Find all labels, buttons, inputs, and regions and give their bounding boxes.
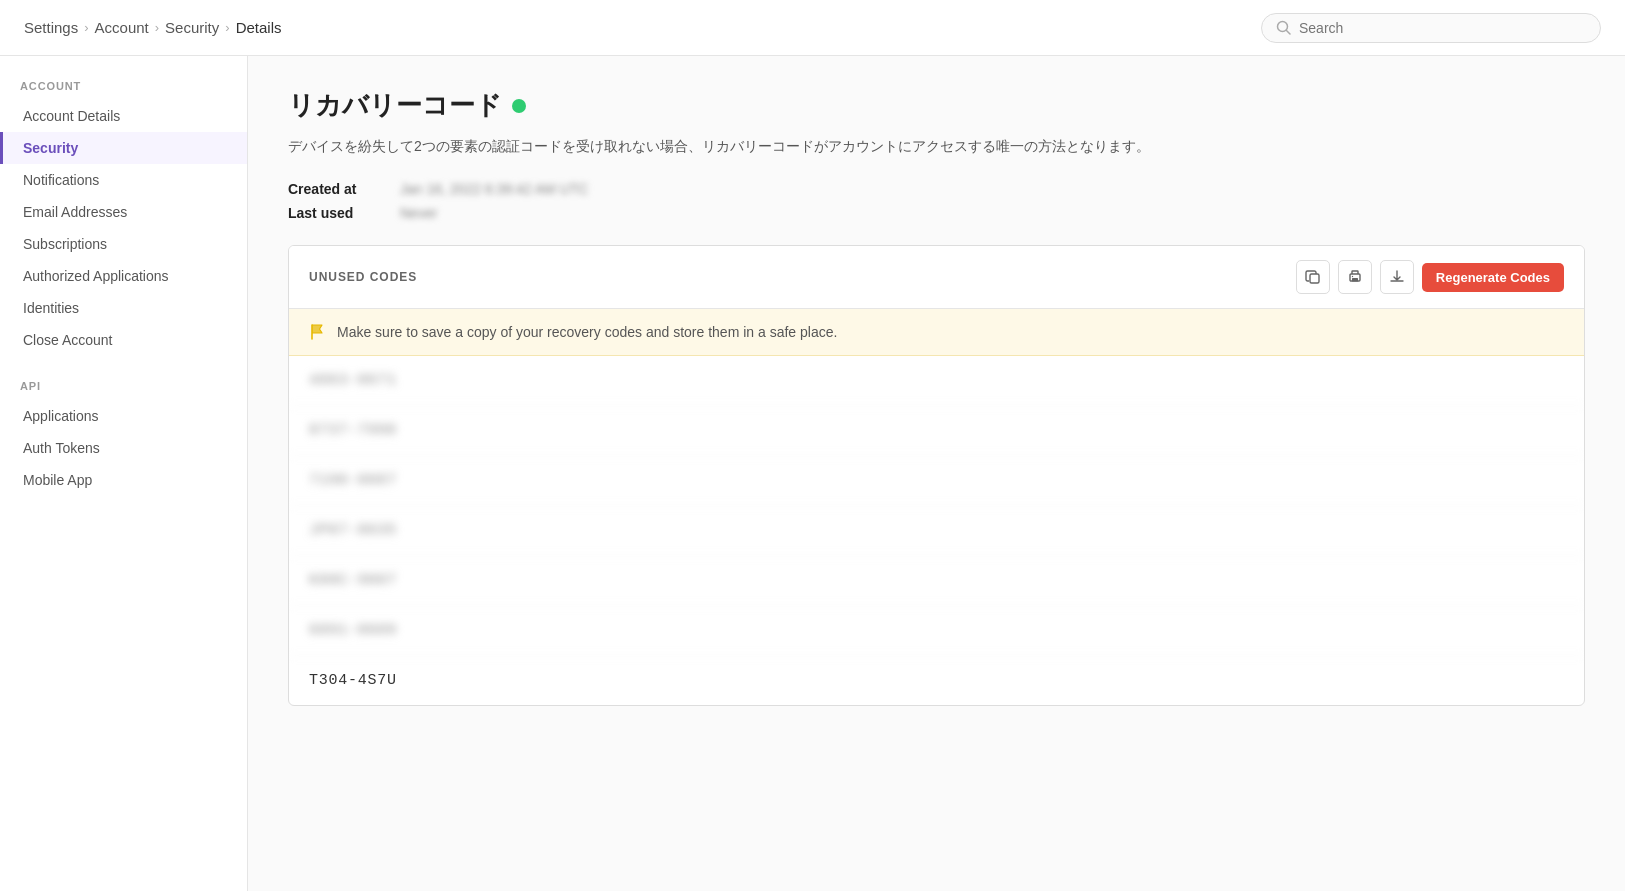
search-icon <box>1276 20 1291 35</box>
download-button[interactable] <box>1380 260 1414 294</box>
top-nav: Settings › Account › Security › Details <box>0 0 1625 56</box>
flag-icon <box>309 323 327 341</box>
print-icon <box>1347 269 1363 285</box>
code-row-5: 6891-0609 <box>289 606 1584 656</box>
page-description: デバイスを紛失して2つの要素の認証コードを受け取れない場合、リカバリーコードがア… <box>288 135 1585 157</box>
sidebar: ACCOUNT Account Details Security Notific… <box>0 56 248 891</box>
breadcrumb-sep-1: › <box>84 20 88 35</box>
code-row-6: T304-4S7U <box>289 656 1584 705</box>
created-at-row: Created at Jan 16, 2022 6:39:42 AM UTC <box>288 181 1585 197</box>
page-title-row: リカバリーコード <box>288 88 1585 123</box>
main-content: リカバリーコード デバイスを紛失して2つの要素の認証コードを受け取れない場合、リ… <box>248 56 1625 891</box>
download-icon <box>1389 269 1405 285</box>
sidebar-api-group: API Applications Auth Tokens Mobile App <box>0 380 247 496</box>
copy-icon <box>1305 269 1321 285</box>
sidebar-item-authorized-applications[interactable]: Authorized Applications <box>0 260 247 292</box>
sidebar-item-applications[interactable]: Applications <box>0 400 247 432</box>
search-box[interactable] <box>1261 13 1601 43</box>
layout: ACCOUNT Account Details Security Notific… <box>0 56 1625 891</box>
breadcrumb-settings[interactable]: Settings <box>24 19 78 36</box>
sidebar-item-close-account[interactable]: Close Account <box>0 324 247 356</box>
sidebar-item-email-addresses[interactable]: Email Addresses <box>0 196 247 228</box>
sidebar-item-security[interactable]: Security <box>0 132 247 164</box>
sidebar-account-group: ACCOUNT Account Details Security Notific… <box>0 80 247 356</box>
last-used-row: Last used Never <box>288 205 1585 221</box>
last-used-value: Never <box>400 205 437 221</box>
warning-banner: Make sure to save a copy of your recover… <box>289 309 1584 356</box>
page-title: リカバリーコード <box>288 88 502 123</box>
sidebar-item-mobile-app[interactable]: Mobile App <box>0 464 247 496</box>
status-dot <box>512 99 526 113</box>
svg-point-5 <box>1352 276 1353 277</box>
created-at-value: Jan 16, 2022 6:39:42 AM UTC <box>400 181 588 197</box>
warning-text: Make sure to save a copy of your recover… <box>337 324 837 340</box>
created-at-label: Created at <box>288 181 388 197</box>
codes-panel-title: UNUSED CODES <box>309 270 417 284</box>
sidebar-item-subscriptions[interactable]: Subscriptions <box>0 228 247 260</box>
code-row-1: 8737-7998 <box>289 406 1584 456</box>
last-used-label: Last used <box>288 205 388 221</box>
copy-button[interactable] <box>1296 260 1330 294</box>
code-row-2: 7190-0887 <box>289 456 1584 506</box>
breadcrumb-account[interactable]: Account <box>95 19 149 36</box>
breadcrumb-sep-2: › <box>155 20 159 35</box>
codes-panel-actions: Regenerate Codes <box>1296 260 1564 294</box>
code-row-3: JP07-8635 <box>289 506 1584 556</box>
search-input[interactable] <box>1299 20 1586 36</box>
svg-rect-4 <box>1352 278 1358 282</box>
codes-panel-header: UNUSED CODES <box>289 246 1584 309</box>
svg-line-1 <box>1287 31 1291 35</box>
code-row-4: K88C-9807 <box>289 556 1584 606</box>
sidebar-item-identities[interactable]: Identities <box>0 292 247 324</box>
svg-rect-2 <box>1310 274 1319 283</box>
sidebar-api-label: API <box>0 380 247 400</box>
sidebar-account-label: ACCOUNT <box>0 80 247 100</box>
regenerate-button[interactable]: Regenerate Codes <box>1422 263 1564 292</box>
code-row-0: 4863-0671 <box>289 356 1584 406</box>
breadcrumb-security[interactable]: Security <box>165 19 219 36</box>
sidebar-item-notifications[interactable]: Notifications <box>0 164 247 196</box>
print-button[interactable] <box>1338 260 1372 294</box>
codes-panel: UNUSED CODES <box>288 245 1585 706</box>
sidebar-item-auth-tokens[interactable]: Auth Tokens <box>0 432 247 464</box>
sidebar-item-account-details[interactable]: Account Details <box>0 100 247 132</box>
breadcrumb-details: Details <box>236 19 282 36</box>
breadcrumb: Settings › Account › Security › Details <box>24 19 281 36</box>
breadcrumb-sep-3: › <box>225 20 229 35</box>
